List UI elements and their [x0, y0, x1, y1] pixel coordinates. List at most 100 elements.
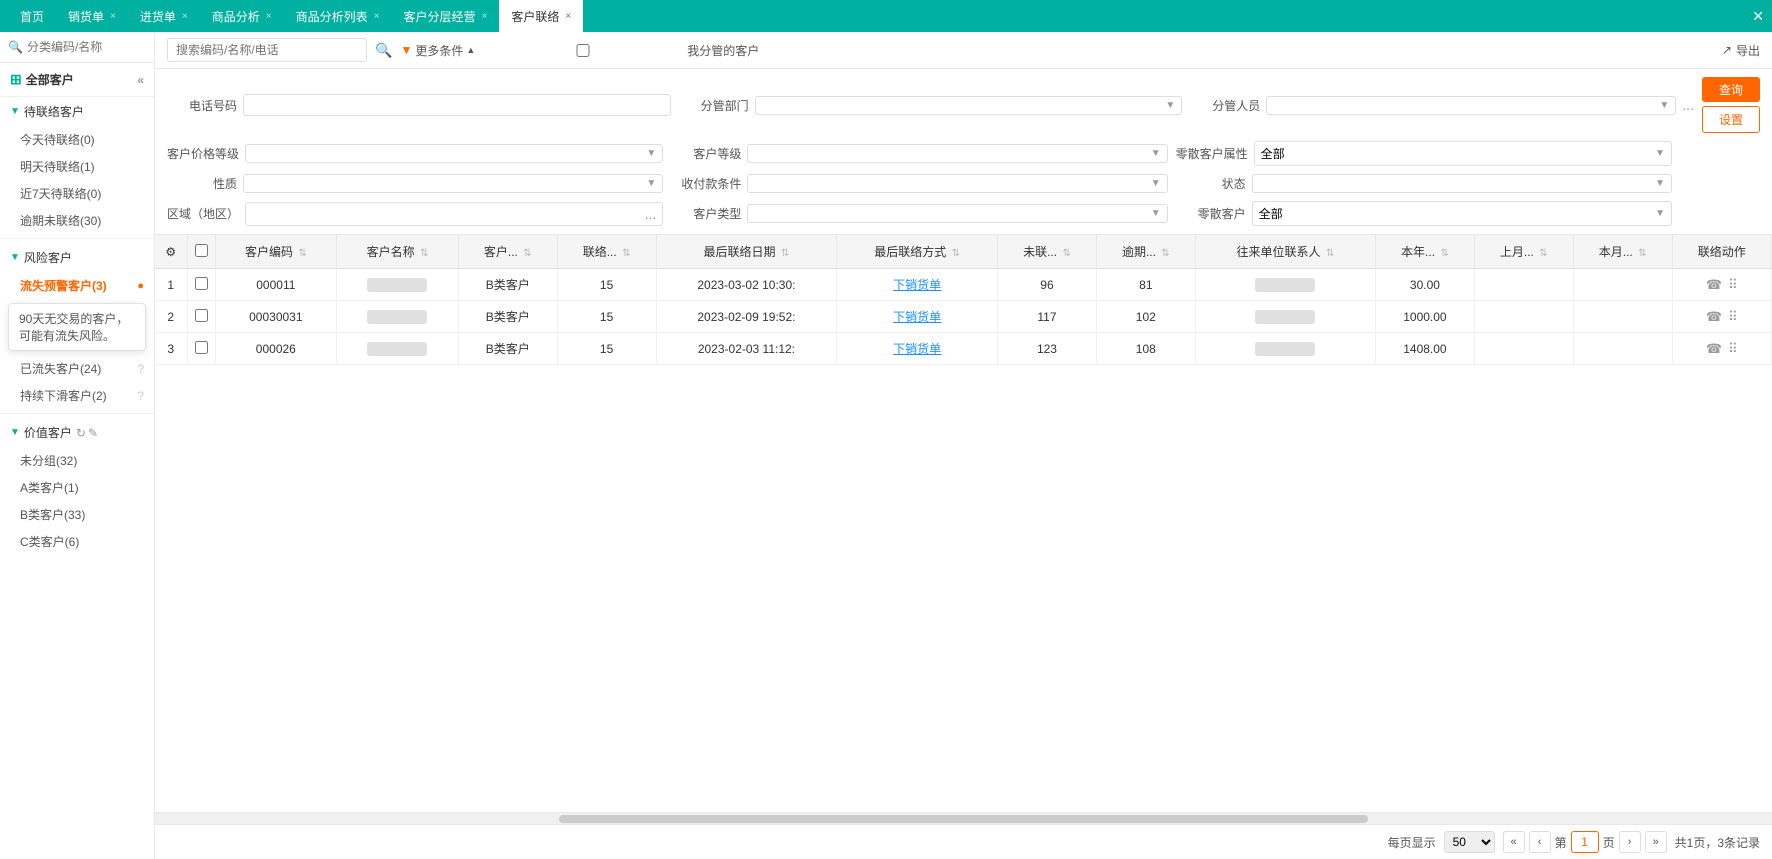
select-all-checkbox[interactable] [195, 244, 208, 257]
tab-purchase[interactable]: 进货单 × [128, 0, 200, 32]
refresh-icon[interactable]: ↻ [76, 426, 86, 440]
th-uncontacted[interactable]: 未联... ⇅ [998, 235, 1097, 269]
contact-icon[interactable]: ☎ [1706, 341, 1722, 357]
th-customer-type[interactable]: 客户... ⇅ [458, 235, 557, 269]
price-grade-select[interactable]: ▼ [245, 144, 663, 163]
row-last-method[interactable]: 下销货单 [837, 333, 998, 365]
tab-analysis[interactable]: 商品分析 × [200, 0, 284, 32]
close-icon[interactable]: × [565, 11, 571, 22]
export-button[interactable]: ↗ 导出 [1722, 42, 1760, 59]
status-select[interactable]: ▼ [1252, 174, 1672, 193]
query-button[interactable]: 查询 [1702, 77, 1760, 102]
row-select-checkbox[interactable] [195, 277, 208, 290]
row-select-checkbox[interactable] [195, 341, 208, 354]
sidebar-item-class-c[interactable]: C类客户(6) [0, 528, 154, 555]
horizontal-scrollbar[interactable] [155, 812, 1772, 824]
sidebar-search-input[interactable] [27, 40, 155, 54]
th-last-month[interactable]: 上月... ⇅ [1474, 235, 1573, 269]
row-checkbox[interactable] [187, 269, 215, 301]
next-page-button[interactable]: › [1619, 831, 1641, 853]
page-size-select[interactable]: 50 100 200 [1444, 831, 1495, 853]
close-all-button[interactable]: ✕ [1752, 8, 1764, 25]
sidebar-item-ungrouped[interactable]: 未分组(32) [0, 447, 154, 474]
th-this-month[interactable]: 本月... ⇅ [1573, 235, 1672, 269]
filter-customer-type: 客户类型 ▼ [671, 204, 1167, 223]
close-icon[interactable]: × [374, 11, 380, 22]
my-customers-filter[interactable]: 我分管的客户 [483, 42, 759, 59]
tab-customer-contact[interactable]: 客户联络 × [499, 0, 583, 32]
row-checkbox[interactable] [187, 333, 215, 365]
my-customers-checkbox[interactable] [483, 44, 683, 57]
bottom-bar: 每页显示 50 100 200 « ‹ 第 1 页 › » 共1页，3条记录 [155, 824, 1772, 859]
sidebar-item-churn-warning[interactable]: 流失预警客户(3) ● [0, 272, 154, 299]
th-overdue[interactable]: 逾期... ⇅ [1096, 235, 1195, 269]
payment-select[interactable]: ▼ [747, 174, 1167, 193]
tab-customer-tier[interactable]: 客户分层经营 × [391, 0, 499, 32]
tab-home[interactable]: 首页 [8, 0, 56, 32]
retail-attr-select[interactable]: 全部 ▼ [1254, 141, 1672, 166]
sidebar-section-value[interactable]: ▼ 价值客户 ↻ ✎ [0, 418, 154, 447]
customer-grade-select[interactable]: ▼ [747, 144, 1167, 163]
scrollbar-thumb[interactable] [559, 815, 1368, 823]
tab-sales[interactable]: 销货单 × [56, 0, 128, 32]
row-last-method[interactable]: 下销货单 [837, 301, 998, 333]
chevron-down-icon: ▼ [1151, 178, 1161, 189]
th-this-year[interactable]: 本年... ⇅ [1375, 235, 1474, 269]
more-conditions-button[interactable]: ▼ 更多条件 ▲ [400, 42, 475, 59]
close-icon[interactable]: × [110, 11, 116, 22]
th-settings[interactable]: ⚙ [155, 235, 187, 269]
sidebar-section-pending[interactable]: ▼ 待联络客户 [0, 97, 154, 126]
sort-icon: ⇅ [1440, 248, 1448, 259]
th-last-date[interactable]: 最后联络日期 ⇅ [656, 235, 837, 269]
contact-icon[interactable]: ☎ [1706, 309, 1722, 325]
row-last-method[interactable]: 下销货单 [837, 269, 998, 301]
settings-icon[interactable]: ⚙ [165, 245, 176, 259]
th-code[interactable]: 客户编码 ⇅ [215, 235, 337, 269]
edit-icon[interactable]: ✎ [88, 426, 98, 440]
close-icon[interactable]: × [266, 11, 272, 22]
last-page-button[interactable]: » [1645, 831, 1667, 853]
row-last-month [1474, 269, 1573, 301]
close-icon[interactable]: × [182, 11, 188, 22]
th-name[interactable]: 客户名称 ⇅ [337, 235, 459, 269]
th-last-method[interactable]: 最后联络方式 ⇅ [837, 235, 998, 269]
row-type: B类客户 [458, 301, 557, 333]
sidebar-item-today[interactable]: 今天待联络(0) [0, 126, 154, 153]
more-dots-icon[interactable]: ... [645, 206, 657, 222]
sidebar-item-churned[interactable]: 已流失客户(24) ? [0, 355, 154, 382]
more-action-icon[interactable]: ⠿ [1728, 309, 1738, 325]
row-select-checkbox[interactable] [195, 309, 208, 322]
row-uncontacted: 96 [998, 269, 1097, 301]
sidebar-item-week[interactable]: 近7天待联络(0) [0, 180, 154, 207]
retail-select[interactable]: 全部 ▼ [1252, 201, 1672, 226]
sidebar-section-risk[interactable]: ▼ 风险客户 [0, 243, 154, 272]
phone-input[interactable] [243, 94, 671, 116]
search-button[interactable]: 🔍 [375, 42, 392, 59]
sidebar-item-class-a[interactable]: A类客户(1) [0, 474, 154, 501]
close-icon[interactable]: × [481, 11, 487, 22]
contact-icon[interactable]: ☎ [1706, 277, 1722, 293]
th-contact-person[interactable]: 往来单位联系人 ⇅ [1195, 235, 1375, 269]
more-action-icon[interactable]: ⠿ [1728, 341, 1738, 357]
sidebar-item-class-b[interactable]: B类客户(33) [0, 501, 154, 528]
collapse-sidebar-button[interactable]: « [137, 73, 144, 87]
search-input[interactable] [167, 38, 367, 62]
tab-analysis-list[interactable]: 商品分析列表 × [284, 0, 392, 32]
dept-select[interactable]: ▼ [755, 96, 1183, 115]
th-contact-count[interactable]: 联络... ⇅ [557, 235, 656, 269]
first-page-button[interactable]: « [1503, 831, 1525, 853]
row-checkbox[interactable] [187, 301, 215, 333]
region-select[interactable]: ... [245, 202, 663, 226]
filter-row-3: 性质 ▼ 收付款条件 ▼ 状态 [167, 174, 1760, 193]
more-dots-button[interactable]: ... [1682, 97, 1694, 113]
more-action-icon[interactable]: ⠿ [1728, 277, 1738, 293]
manager-select[interactable]: ▼ [1266, 96, 1676, 115]
nature-select[interactable]: ▼ [243, 174, 663, 193]
sidebar-item-tomorrow[interactable]: 明天待联络(1) [0, 153, 154, 180]
th-checkbox[interactable] [187, 235, 215, 269]
prev-page-button[interactable]: ‹ [1529, 831, 1551, 853]
settings-button[interactable]: 设置 [1702, 106, 1760, 133]
sidebar-item-overdue[interactable]: 逾期未联络(30) [0, 207, 154, 234]
customer-type-select[interactable]: ▼ [747, 204, 1167, 223]
sidebar-item-declining[interactable]: 持续下滑客户(2) ? [0, 382, 154, 409]
